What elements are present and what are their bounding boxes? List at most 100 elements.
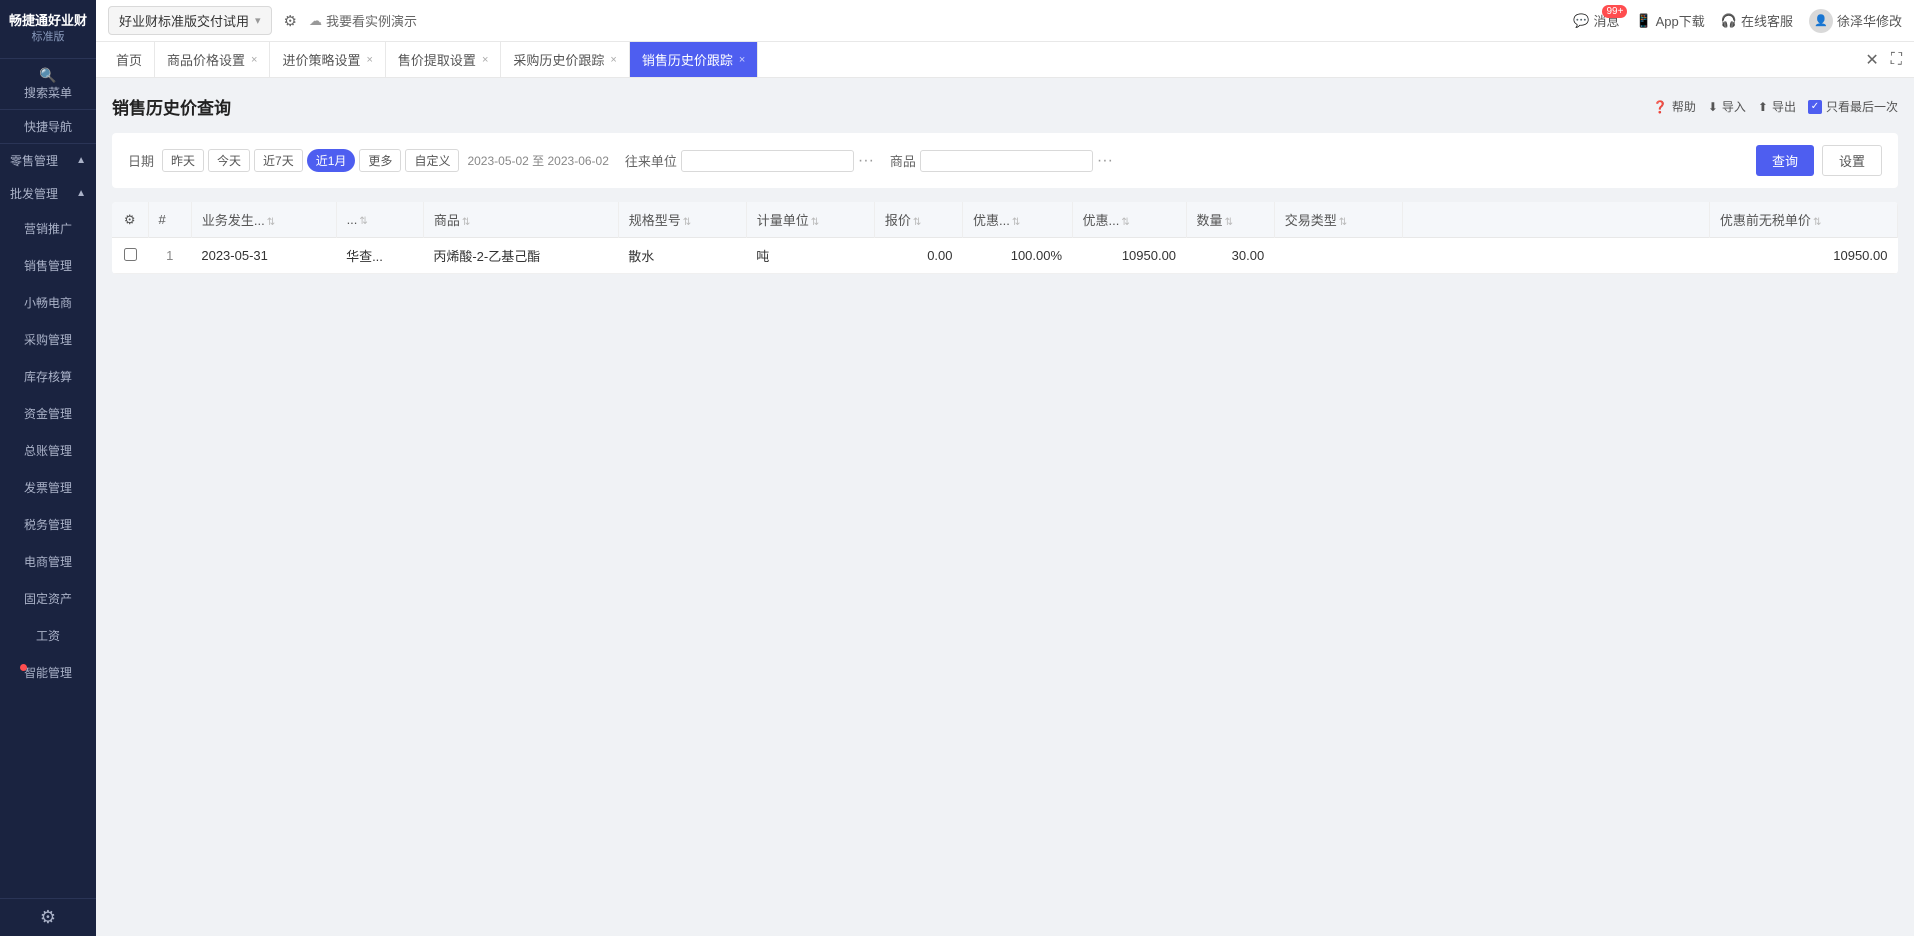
tab-home[interactable]: 首页: [104, 42, 155, 78]
setting-btn[interactable]: 设置: [1822, 145, 1882, 176]
filter-from-unit-dots[interactable]: ···: [858, 152, 874, 170]
sidebar-item-smart[interactable]: 智能管理: [0, 654, 96, 691]
only-last-checkbox-label[interactable]: 只看最后一次: [1808, 98, 1898, 115]
message-icon: 💬: [1573, 13, 1589, 29]
date-range-text: 2023-05-02 至 2023-06-02: [467, 152, 608, 169]
sidebar-item-invoice[interactable]: 发票管理: [0, 469, 96, 506]
sidebar-item-ecommerce[interactable]: 电商管理: [0, 543, 96, 580]
tab-extract-close[interactable]: ×: [482, 54, 488, 66]
sidebar-item-payroll[interactable]: 工资: [0, 617, 96, 654]
date-btn-more[interactable]: 更多: [359, 149, 401, 172]
sidebar-item-fixed-assets[interactable]: 固定资产: [0, 580, 96, 617]
help-label: 帮助: [1672, 98, 1696, 115]
col-discount2[interactable]: 优惠...⇅: [1072, 202, 1186, 238]
topbar-demo-icon: ☁: [309, 13, 322, 29]
sidebar-search[interactable]: 🔍 搜索菜单: [0, 59, 96, 110]
only-last-checkbox[interactable]: [1808, 100, 1822, 114]
col-gear[interactable]: ⚙: [112, 202, 148, 238]
sidebar-item-marketing-label: 营销推广: [24, 220, 72, 237]
tab-price[interactable]: 商品价格设置 ×: [155, 42, 270, 78]
sidebar-item-marketing[interactable]: 营销推广: [0, 210, 96, 247]
cell-checkbox[interactable]: [112, 238, 148, 274]
date-btn-custom[interactable]: 自定义: [405, 149, 459, 172]
topbar-message[interactable]: 💬 消息 99+: [1573, 11, 1619, 30]
tab-sales-history-label: 销售历史价跟踪: [642, 50, 733, 69]
sidebar-item-retail-label: 零售管理: [10, 152, 58, 169]
col-discount1[interactable]: 优惠...⇅: [963, 202, 1073, 238]
sidebar-item-accounting[interactable]: 总账管理: [0, 432, 96, 469]
col-price[interactable]: 报价⇅: [874, 202, 962, 238]
topbar-right: 💬 消息 99+ 📱 App下载 🎧 在线客服 👤 徐泽华修改: [1573, 9, 1902, 33]
import-icon: ⬇: [1708, 100, 1718, 114]
tab-price-close[interactable]: ×: [251, 54, 257, 66]
tab-sales-history[interactable]: 销售历史价跟踪 ×: [630, 42, 758, 78]
filter-from-unit-input[interactable]: [681, 150, 854, 172]
sidebar-item-retail[interactable]: 零售管理 ▲: [0, 144, 96, 177]
filter-product-input[interactable]: [920, 150, 1093, 172]
sidebar-item-accounting-label: 总账管理: [24, 442, 72, 459]
tabbar-expand-btn[interactable]: ⛶: [1887, 47, 1906, 73]
sidebar-item-ecommerce-small-label: 小畅电商: [24, 294, 72, 311]
sidebar-item-sales-label: 销售管理: [24, 257, 72, 274]
topbar-gear-icon[interactable]: ⚙: [280, 8, 301, 34]
filter-product-dots[interactable]: ···: [1097, 152, 1113, 170]
version-selector[interactable]: 好业财标准版交付试用 ▾: [108, 6, 272, 35]
filter-date-group: 日期 昨天 今天 近7天 近1月 更多 自定义 2023-05-02 至 202…: [128, 149, 609, 172]
sidebar-item-tax[interactable]: 税务管理: [0, 506, 96, 543]
col-spec[interactable]: 规格型号⇅: [618, 202, 746, 238]
tab-sales-history-close[interactable]: ×: [739, 54, 745, 66]
filter-from-unit-label: 往来单位: [625, 151, 677, 170]
col-unit[interactable]: 计量单位⇅: [746, 202, 874, 238]
sidebar-item-sales[interactable]: 销售管理: [0, 247, 96, 284]
sidebar-item-wholesale[interactable]: 批发管理 ▲: [0, 177, 96, 210]
tab-purchase-history-close[interactable]: ×: [610, 54, 616, 66]
sidebar-item-finance-label: 资金管理: [24, 405, 72, 422]
tabbar: 首页 商品价格设置 × 进价策略设置 × 售价提取设置 × 采购历史价跟踪 × …: [96, 42, 1914, 78]
date-btn-1month[interactable]: 近1月: [307, 149, 356, 172]
topbar-user[interactable]: 👤 徐泽华修改: [1809, 9, 1902, 33]
col-pretax-price[interactable]: 优惠前无税单价⇅: [1709, 202, 1897, 238]
export-label: 导出: [1772, 98, 1796, 115]
tab-extract[interactable]: 售价提取设置 ×: [386, 42, 501, 78]
help-btn[interactable]: ❓ 帮助: [1653, 98, 1696, 115]
version-selector-arrow: ▾: [255, 14, 261, 27]
version-selector-text: 好业财标准版交付试用: [119, 11, 249, 30]
user-avatar: 👤: [1809, 9, 1833, 33]
sidebar-settings-btn[interactable]: ⚙: [0, 898, 96, 936]
page-title: 销售历史价查询: [112, 94, 231, 119]
sidebar-quick-nav-label: 快捷导航: [4, 118, 92, 135]
col-quantity[interactable]: 数量⇅: [1186, 202, 1274, 238]
sidebar-search-label: 搜索菜单: [4, 84, 92, 101]
tab-strategy[interactable]: 进价策略设置 ×: [270, 42, 385, 78]
app-download-label: App下载: [1656, 11, 1705, 30]
date-btn-today[interactable]: 今天: [208, 149, 250, 172]
col-num: #: [148, 202, 191, 238]
sidebar-item-inventory[interactable]: 库存核算: [0, 358, 96, 395]
col-extra[interactable]: ...⇅: [336, 202, 423, 238]
sidebar-item-purchase[interactable]: 采购管理: [0, 321, 96, 358]
app-logo-title: 畅捷通好业财: [8, 12, 88, 30]
sidebar-item-ecommerce-small[interactable]: 小畅电商: [0, 284, 96, 321]
cell-unit: 吨: [746, 238, 874, 274]
sidebar-item-finance[interactable]: 资金管理: [0, 395, 96, 432]
cell-discount2: 10950.00: [1072, 238, 1186, 274]
sidebar-item-inventory-label: 库存核算: [24, 368, 72, 385]
import-btn[interactable]: ⬇ 导入: [1708, 98, 1746, 115]
tab-strategy-close[interactable]: ×: [366, 54, 372, 66]
col-date[interactable]: 业务发生...⇅: [191, 202, 336, 238]
cell-num: 1: [148, 238, 191, 274]
topbar-online-service[interactable]: 🎧 在线客服: [1721, 11, 1793, 30]
topbar-demo-link[interactable]: ☁ 我要看实例演示: [309, 11, 417, 30]
sidebar-quick-nav[interactable]: 快捷导航: [0, 110, 96, 144]
sidebar-item-payroll-label: 工资: [36, 627, 60, 644]
table-row: 1 2023-05-31 华查... 丙烯酸-2-乙基己酯 散水 吨 0.00 …: [112, 238, 1898, 274]
topbar-app-download[interactable]: 📱 App下载: [1635, 11, 1704, 30]
col-trade-type[interactable]: 交易类型⇅: [1274, 202, 1402, 238]
date-btn-7days[interactable]: 近7天: [254, 149, 303, 172]
date-btn-yesterday[interactable]: 昨天: [162, 149, 204, 172]
tab-purchase-history[interactable]: 采购历史价跟踪 ×: [501, 42, 629, 78]
tabbar-close-btn[interactable]: ✕: [1861, 46, 1882, 74]
col-product[interactable]: 商品⇅: [423, 202, 618, 238]
export-btn[interactable]: ⬆ 导出: [1758, 98, 1796, 115]
query-btn[interactable]: 查询: [1756, 145, 1814, 176]
